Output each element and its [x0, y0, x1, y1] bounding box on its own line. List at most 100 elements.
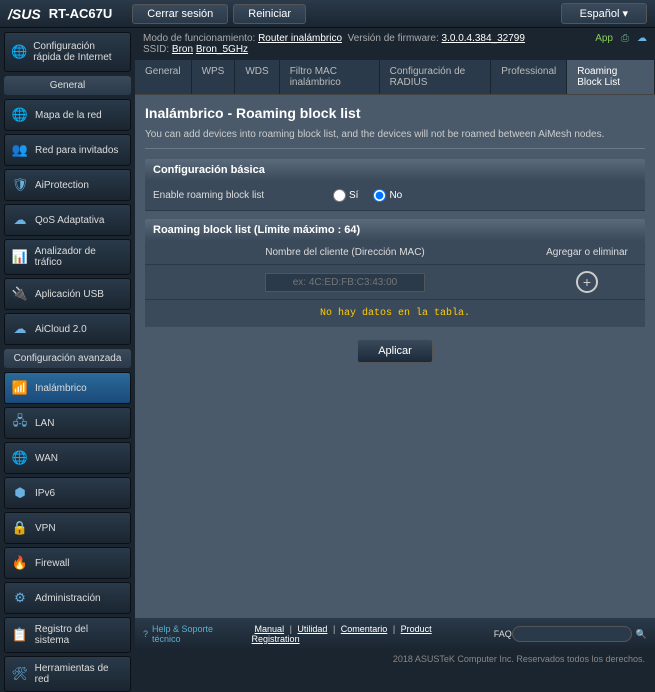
- sidebar-icon: 🔥: [11, 554, 29, 572]
- tab-filtro-mac-inalámbrico[interactable]: Filtro MAC inalámbrico: [280, 60, 380, 94]
- radio-yes[interactable]: Sí: [333, 189, 358, 202]
- sidebar-item-label: IPv6: [35, 488, 55, 499]
- empty-message: No hay datos en la tabla.: [145, 300, 645, 327]
- sidebar-item-ipv6[interactable]: ⬢IPv6: [4, 477, 131, 509]
- enable-row: Enable roaming block list Sí No: [145, 181, 645, 211]
- radio-no-input[interactable]: [373, 189, 386, 202]
- table-input-row: +: [145, 265, 645, 300]
- help-link[interactable]: Help & Soporte técnico: [152, 624, 242, 644]
- sidebar-item-label: Herramientas de red: [35, 663, 124, 685]
- apply-button[interactable]: Aplicar: [357, 339, 433, 363]
- main-panel: Modo de funcionamiento: Router inalámbri…: [135, 28, 655, 668]
- sidebar-icon: 📋: [11, 626, 29, 644]
- blocklist-header: Roaming block list (Límite máximo : 64): [145, 219, 645, 241]
- mode-value[interactable]: Router inalámbrico: [258, 33, 342, 44]
- mac-input[interactable]: [265, 273, 425, 292]
- sidebar-icon: 🔌: [11, 285, 29, 303]
- sidebar-item-aplicación-usb[interactable]: 🔌 Aplicación USB: [4, 278, 131, 310]
- sidebar-item-aiprotection[interactable]: 🛡 AiProtection: [4, 169, 131, 201]
- reboot-button[interactable]: Reiniciar: [233, 4, 306, 24]
- radio-yes-input[interactable]: [333, 189, 346, 202]
- footer: ? Help & Soporte técnico Manual | Utilid…: [135, 618, 655, 650]
- sidebar-item-qos-adaptativa[interactable]: ☁QoS Adaptativa: [4, 204, 131, 236]
- footer-link-utilidad[interactable]: Utilidad: [297, 624, 327, 634]
- sidebar-icon: 🛡: [11, 176, 29, 194]
- sidebar-item-label: Mapa de la red: [35, 110, 102, 121]
- sidebar-icon: ☁: [11, 320, 29, 338]
- app-link[interactable]: App: [595, 33, 613, 44]
- tab-configuración-de-radius[interactable]: Configuración de RADIUS: [380, 60, 492, 94]
- basic-config-header: Configuración básica: [145, 159, 645, 181]
- sidebar-item-label: Configuración rápida de Internet: [33, 41, 124, 63]
- footer-link-manual[interactable]: Manual: [255, 624, 285, 634]
- status-bar: Modo de funcionamiento: Router inalámbri…: [135, 28, 655, 60]
- sidebar-icon: ⚙: [11, 589, 29, 607]
- mode-label: Modo de funcionamiento:: [143, 33, 255, 44]
- sidebar-icon: 🌐: [11, 449, 29, 467]
- language-selector[interactable]: Español: [561, 3, 647, 24]
- sidebar-item-label: AiCloud 2.0: [35, 324, 87, 335]
- search-icon[interactable]: 🔍: [636, 629, 647, 640]
- sidebar-item-analizador-de-tráfico[interactable]: 📊 Analizador de tráfico: [4, 239, 131, 275]
- footer-search[interactable]: [512, 626, 632, 642]
- sidebar-item-label: WAN: [35, 453, 58, 464]
- sidebar-item-label: Inalámbrico: [35, 383, 87, 394]
- help-icon: ?: [143, 629, 148, 639]
- sidebar-item-label: Administración: [35, 593, 101, 604]
- sidebar-item-label: Red para invitados: [35, 145, 118, 156]
- ssid1-value[interactable]: Bron: [172, 44, 193, 55]
- sidebar-icon: 🌐: [11, 106, 29, 124]
- sidebar-icon: 👥: [11, 141, 29, 159]
- enable-label: Enable roaming block list: [153, 190, 333, 201]
- page-description: You can add devices into roaming block l…: [145, 129, 645, 149]
- tab-professional[interactable]: Professional: [491, 60, 567, 94]
- faq-link[interactable]: FAQ: [494, 629, 512, 639]
- footer-link-comentario[interactable]: Comentario: [341, 624, 388, 634]
- sidebar-item-herramientas-de-red[interactable]: 🛠 Herramientas de red: [4, 656, 131, 692]
- sidebar-item-firewall[interactable]: 🔥Firewall: [4, 547, 131, 579]
- sidebar-quick-setup[interactable]: 🌐 Configuración rápida de Internet: [4, 32, 131, 72]
- sidebar-item-label: LAN: [35, 418, 54, 429]
- col-mac-header: Nombre del cliente (Dirección MAC): [153, 247, 537, 258]
- sidebar-item-label: AiProtection: [35, 180, 89, 191]
- sidebar-icon: 📊: [11, 248, 29, 266]
- sidebar-item-red-para-invitados[interactable]: 👥 Red para invitados: [4, 134, 131, 166]
- sidebar-item-label: Analizador de tráfico: [35, 246, 124, 268]
- sidebar-icon: 🛠: [11, 665, 29, 683]
- sidebar-icon: 🔒: [11, 519, 29, 537]
- brand-logo: /SUS: [8, 6, 41, 22]
- firmware-label: Versión de firmware:: [348, 33, 439, 44]
- sidebar-item-inalámbrico[interactable]: 📶Inalámbrico: [4, 372, 131, 404]
- sidebar-item-label: QoS Adaptativa: [35, 215, 105, 226]
- top-bar: /SUS RT-AC67U Cerrar sesión Reiniciar Es…: [0, 0, 655, 28]
- sidebar-item-vpn[interactable]: 🔒VPN: [4, 512, 131, 544]
- sidebar-item-lan[interactable]: 🖧 LAN: [4, 407, 131, 439]
- tab-bar: GeneralWPSWDSFiltro MAC inalámbricoConfi…: [135, 60, 655, 95]
- sidebar-icon: 🖧: [11, 414, 29, 432]
- add-button[interactable]: +: [576, 271, 598, 293]
- sidebar-item-registro-del-sistema[interactable]: 📋 Registro del sistema: [4, 617, 131, 653]
- table-header-row: Nombre del cliente (Dirección MAC) Agreg…: [145, 241, 645, 265]
- ssid-label: SSID:: [143, 44, 169, 55]
- content-area: Inalámbrico - Roaming block list You can…: [135, 95, 655, 618]
- sidebar-item-label: Aplicación USB: [35, 289, 104, 300]
- sidebar-item-administración[interactable]: ⚙ Administración: [4, 582, 131, 614]
- tab-roaming-block-list[interactable]: Roaming Block List: [567, 60, 655, 94]
- tab-wds[interactable]: WDS: [235, 60, 279, 94]
- usb-icon[interactable]: ⎙: [621, 33, 629, 44]
- tab-general[interactable]: General: [135, 60, 192, 94]
- tab-wps[interactable]: WPS: [192, 60, 236, 94]
- col-action-header: Agregar o eliminar: [537, 247, 637, 258]
- sidebar-general-header: General: [4, 76, 131, 95]
- firmware-value[interactable]: 3.0.0.4.384_32799: [442, 33, 525, 44]
- aicloud-icon[interactable]: ☁: [637, 33, 647, 44]
- globe-icon: 🌐: [11, 43, 27, 61]
- sidebar-item-mapa-de-la-red[interactable]: 🌐 Mapa de la red: [4, 99, 131, 131]
- sidebar-item-aicloud-2.0[interactable]: ☁ AiCloud 2.0: [4, 313, 131, 345]
- radio-no[interactable]: No: [373, 189, 402, 202]
- sidebar-advanced-header: Configuración avanzada: [4, 349, 131, 368]
- sidebar-item-label: Registro del sistema: [35, 624, 124, 646]
- logout-button[interactable]: Cerrar sesión: [132, 4, 228, 24]
- sidebar-item-wan[interactable]: 🌐 WAN: [4, 442, 131, 474]
- ssid2-value[interactable]: Bron_5GHz: [196, 44, 248, 55]
